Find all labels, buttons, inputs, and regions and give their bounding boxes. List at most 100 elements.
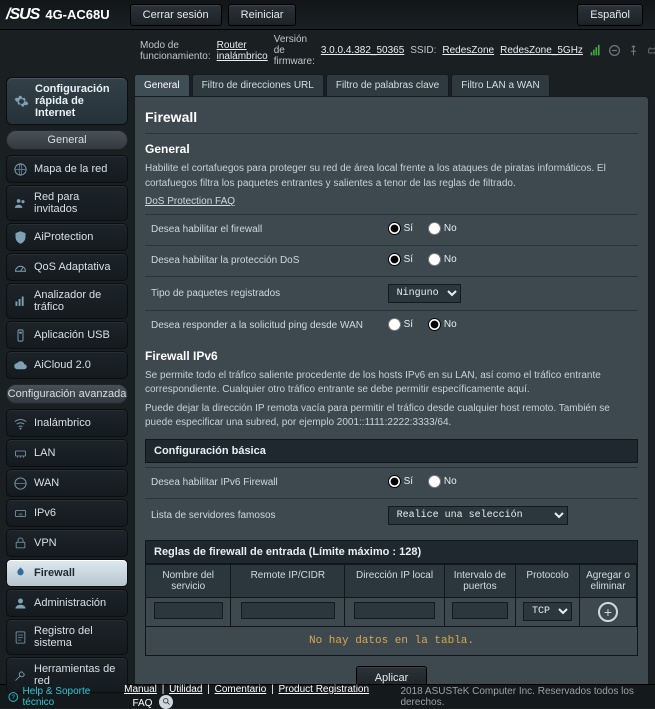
quick-internet-setup[interactable]: Configuración rápida de Internet — [6, 77, 128, 125]
mode-value[interactable]: Router inalámbrico — [217, 40, 268, 62]
input-service-name[interactable] — [154, 602, 223, 619]
apply-button[interactable]: Aplicar — [356, 666, 428, 685]
basic-config-header: Configuración básica — [145, 439, 638, 463]
sidebar-item-vpn[interactable]: VPN — [6, 529, 128, 557]
sidebar-item-network-map[interactable]: Mapa de la red — [6, 155, 128, 183]
sidebar-item-traffic-analyzer[interactable]: Analizador de tráfico — [6, 283, 128, 319]
logout-button[interactable]: Cerrar sesión — [130, 4, 222, 26]
globe-icon — [12, 161, 28, 177]
wifi-icon — [12, 415, 28, 431]
section-advanced-header: Configuración avanzada — [6, 384, 128, 404]
footer-links: Manual | Utilidad | Comentario | Product… — [122, 684, 390, 709]
sidebar-item-admin[interactable]: Administración — [6, 589, 128, 617]
users-icon — [12, 195, 28, 211]
ipv6-settings-table: Desea habilitar IPv6 Firewall Sí No List… — [145, 467, 638, 532]
tab-keyword-filter[interactable]: Filtro de palabras clave — [326, 74, 449, 96]
gear-icon — [13, 93, 29, 109]
input-local-ip[interactable] — [354, 602, 436, 619]
top-bar: /SUS 4G-AC68U Cerrar sesión Reiniciar Es… — [0, 0, 655, 30]
brand-logo: /SUS — [6, 7, 39, 23]
model-label: 4G-AC68U — [45, 8, 109, 21]
enable-firewall-no[interactable]: No — [428, 222, 457, 235]
tab-general[interactable]: General — [134, 74, 190, 96]
menu-general: Mapa de la red Red para invitados AiProt… — [6, 155, 128, 379]
ssid-label: SSID: — [410, 45, 436, 56]
dos-faq-link[interactable]: DoS Protection FAQ — [145, 196, 235, 207]
status-icons — [589, 44, 655, 57]
help-icon: ? — [8, 691, 19, 703]
add-rule-button[interactable]: + — [598, 602, 618, 622]
section-general-header: General — [6, 130, 128, 150]
search-icon[interactable] — [159, 695, 173, 709]
row-packet-type-label: Tipo de paquetes registrados — [145, 276, 382, 310]
sidebar-item-qos[interactable]: QoS Adaptativa — [6, 253, 128, 281]
sidebar-item-aiprotection[interactable]: AiProtection — [6, 223, 128, 251]
input-port-range[interactable] — [452, 602, 508, 619]
svg-text:?: ? — [12, 694, 16, 701]
lan-icon — [12, 445, 28, 461]
sidebar-item-wan[interactable]: WAN — [6, 469, 128, 497]
quick-setup-label: Configuración rápida de Internet — [35, 83, 121, 119]
sidebar-item-aicloud[interactable]: AiCloud 2.0 — [6, 351, 128, 379]
select-protocol[interactable]: TCP — [523, 602, 572, 621]
link-faq[interactable]: FAQ — [132, 698, 152, 709]
input-remote-ip[interactable] — [241, 602, 335, 619]
sidebar-item-usb[interactable]: Aplicación USB — [6, 321, 128, 349]
col-protocol: Protocolo — [516, 565, 580, 597]
repeater-icon — [646, 44, 655, 57]
sidebar-item-lan[interactable]: LAN — [6, 439, 128, 467]
sidebar-item-wireless[interactable]: Inalámbrico — [6, 409, 128, 437]
enable-dos-yes[interactable]: Sí — [388, 253, 413, 266]
enable-firewall-yes[interactable]: Sí — [388, 222, 413, 235]
ssid-1[interactable]: RedesZone — [442, 45, 494, 56]
general-settings-table: Desea habilitar el firewall Sí No Desea … — [145, 214, 638, 341]
ping-wan-yes[interactable]: Sí — [388, 318, 413, 331]
reboot-button[interactable]: Reiniciar — [228, 4, 297, 26]
footer: ? Help & Soporte técnico Manual | Utilid… — [0, 684, 655, 708]
tab-url-filter[interactable]: Filtro de direcciones URL — [192, 74, 324, 96]
shield-icon — [12, 229, 28, 245]
ipv6-desc-2: Puede dejar la dirección IP remota vacía… — [145, 402, 638, 431]
link-register[interactable]: Product Registration — [278, 684, 369, 695]
enable-dos-no[interactable]: No — [428, 253, 457, 266]
ping-wan-no[interactable]: No — [428, 318, 457, 331]
packet-type-select[interactable]: Ninguno — [388, 284, 461, 303]
enable-ipv6fw-yes[interactable]: Sí — [388, 475, 413, 488]
info-bar: Modo de funcionamiento: Router inalámbri… — [0, 30, 655, 73]
link-feedback[interactable]: Comentario — [215, 684, 267, 695]
enable-ipv6fw-no[interactable]: No — [428, 475, 457, 488]
log-icon — [12, 629, 28, 645]
admin-icon — [12, 595, 28, 611]
page-title: Firewall — [145, 105, 638, 134]
rules-header: Reglas de firewall de entrada (Límite má… — [145, 540, 638, 564]
ipv6-icon: v6 — [12, 505, 28, 521]
famous-servers-select[interactable]: Realice una selección — [388, 506, 568, 525]
ipv6-desc-1: Se permite todo el tráfico saliente proc… — [145, 369, 638, 398]
language-selector[interactable]: Español — [577, 4, 643, 26]
firmware-label: Versión de firmware: — [274, 34, 315, 67]
sidebar-item-guest-network[interactable]: Red para invitados — [6, 185, 128, 221]
sidebar-item-ipv6[interactable]: v6IPv6 — [6, 499, 128, 527]
cloud-icon — [12, 357, 28, 373]
link-manual[interactable]: Manual — [124, 684, 157, 695]
row-famous-list-label: Lista de servidores famosos — [145, 498, 382, 532]
firmware-value[interactable]: 3.0.0.4.382_50365 — [321, 45, 404, 56]
sidebar-item-syslog[interactable]: Registro del sistema — [6, 619, 128, 655]
firewall-icon — [12, 565, 28, 581]
tab-lan-wan-filter[interactable]: Filtro LAN a WAN — [451, 74, 550, 96]
col-port-range: Intervalo de puertos — [445, 565, 516, 597]
chart-icon — [12, 293, 28, 309]
wan-icon — [12, 475, 28, 491]
link-utility[interactable]: Utilidad — [169, 684, 202, 695]
help-support[interactable]: ? Help & Soporte técnico — [8, 686, 112, 708]
rules-empty-message: No hay datos en la tabla. — [146, 626, 637, 655]
row-ping-wan-label: Desea responder a la solicitud ping desd… — [145, 310, 382, 341]
rules-table: Nombre del servicio Remote IP/CIDR Direc… — [145, 564, 638, 656]
section-general-title: General — [145, 142, 638, 156]
panel: Firewall General Habilite el cortafuegos… — [134, 96, 649, 684]
sidebar-item-firewall[interactable]: Firewall — [6, 559, 128, 587]
copyright: 2018 ASUSTeK Computer Inc. Reservados to… — [400, 686, 647, 708]
col-local-ip: Dirección IP local — [345, 565, 445, 597]
tab-bar: General Filtro de direcciones URL Filtro… — [134, 74, 649, 96]
ssid-2[interactable]: RedesZone_5GHz — [500, 45, 583, 56]
